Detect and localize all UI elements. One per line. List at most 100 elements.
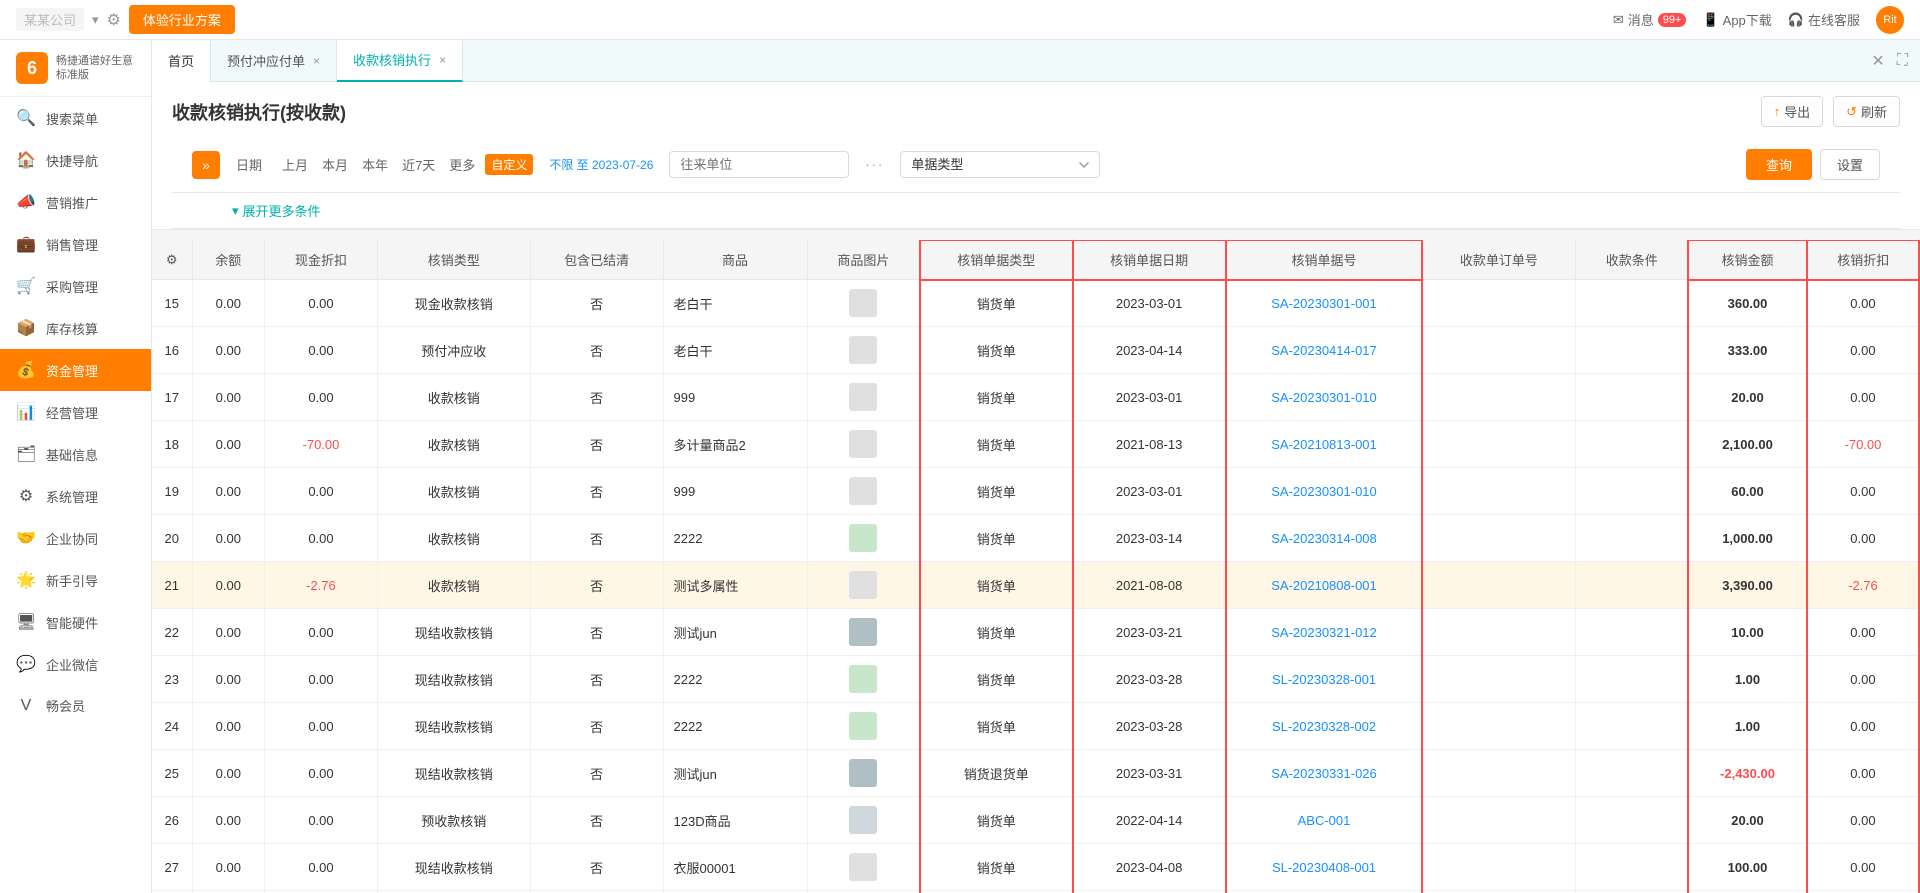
tab-prepay-close[interactable]: × [313, 54, 320, 68]
handshake-icon: 🤝 [16, 528, 36, 548]
td-balance: 0.00 [192, 797, 265, 844]
td-writeoff-bill-no[interactable]: ABC-001 [1226, 797, 1423, 844]
td-writeoff-bill-no[interactable]: SA-20230314-008 [1226, 515, 1423, 562]
td-writeoff-amount: -2,430.00 [1688, 750, 1807, 797]
sidebar-item-guide[interactable]: 🌟 新手引导 [0, 559, 151, 601]
from-unit-input[interactable] [669, 151, 849, 178]
td-writeoff-bill-no[interactable]: SA-20230301-001 [1226, 280, 1423, 327]
sidebar-item-system[interactable]: ⚙ 系统管理 [0, 475, 151, 517]
td-writeoff-type: 现结收款核销 [377, 656, 530, 703]
td-receipt-order-no [1422, 750, 1575, 797]
shortcut-this-month[interactable]: 本月 [318, 153, 352, 176]
settings-btn[interactable]: 设置 [1820, 149, 1880, 180]
online-support-btn[interactable]: 🎧 在线客服 [1788, 10, 1860, 29]
td-receipt-order-no [1422, 374, 1575, 421]
logo-icon: 6 [16, 52, 48, 84]
th-writeoff-bill-no: 核销单据号 [1226, 240, 1423, 280]
sidebar-item-purchase[interactable]: 🛒 采购管理 [0, 265, 151, 307]
td-receipt-condition [1575, 797, 1688, 844]
sidebar-item-search[interactable]: 🔍 搜索菜单 [0, 97, 151, 139]
td-writeoff-discount: 0.00 [1807, 280, 1919, 327]
td-cash-discount: 0.00 [265, 327, 378, 374]
td-no: 24 [152, 703, 192, 750]
td-writeoff-amount: 60.00 [1688, 468, 1807, 515]
tab-prepay-label: 预付冲应付单 [227, 51, 305, 70]
receipt-type-select[interactable]: 单据类型 [900, 151, 1100, 178]
shortcut-this-year[interactable]: 本年 [358, 153, 392, 176]
expand-more-btn[interactable]: ▾ 展开更多条件 [232, 201, 1880, 220]
td-receipt-order-no [1422, 468, 1575, 515]
td-writeoff-amount: 333.00 [1688, 327, 1807, 374]
export-icon: ↑ [1774, 104, 1781, 119]
sidebar-item-corp[interactable]: 🤝 企业协同 [0, 517, 151, 559]
expand-more-icon: ▾ [232, 203, 239, 219]
td-include-cleared: 否 [530, 609, 663, 656]
query-btn[interactable]: 查询 [1746, 149, 1812, 180]
sidebar-item-inventory[interactable]: 📦 库存核算 [0, 307, 151, 349]
td-writeoff-bill-no[interactable]: SA-20230301-010 [1226, 374, 1423, 421]
td-writeoff-bill-type: 销货单 [920, 280, 1073, 327]
td-writeoff-bill-no[interactable]: SL-20230328-001 [1226, 656, 1423, 703]
td-receipt-order-no [1422, 609, 1575, 656]
shortcut-7days[interactable]: 近7天 [398, 153, 439, 176]
td-goods-img [807, 374, 920, 421]
td-receipt-condition [1575, 703, 1688, 750]
td-cash-discount: 0.00 [265, 703, 378, 750]
shortcut-custom[interactable]: 自定义 [485, 154, 533, 175]
td-writeoff-bill-no[interactable]: SL-20230408-001 [1226, 844, 1423, 891]
td-writeoff-bill-no[interactable]: SA-20210813-001 [1226, 421, 1423, 468]
td-writeoff-discount: -70.00 [1807, 421, 1919, 468]
td-writeoff-discount: 0.00 [1807, 844, 1919, 891]
sidebar-item-label: 系统管理 [46, 487, 98, 506]
logo-text: 畅捷通谱好生意 标准版 [56, 54, 133, 83]
td-writeoff-bill-no[interactable]: SA-20230331-026 [1226, 750, 1423, 797]
td-writeoff-type: 现结收款核销 [377, 703, 530, 750]
td-writeoff-bill-no[interactable]: SA-20230321-012 [1226, 609, 1423, 656]
td-receipt-order-no [1422, 797, 1575, 844]
filter-toggle-btn[interactable]: » [192, 151, 220, 179]
trial-btn[interactable]: 体验行业方案 [129, 5, 235, 34]
filter-dots: ··· [865, 157, 884, 172]
app-download-btn[interactable]: 📱 App下载 [1702, 10, 1771, 29]
th-writeoff-bill-date: 核销单据日期 [1073, 240, 1226, 280]
td-writeoff-bill-type: 销货单 [920, 562, 1073, 609]
td-writeoff-bill-date: 2023-03-01 [1073, 374, 1226, 421]
td-writeoff-bill-no[interactable]: SA-20210808-001 [1226, 562, 1423, 609]
tab-receipt-close[interactable]: × [439, 53, 446, 67]
user-avatar[interactable]: Rit [1876, 6, 1904, 34]
tab-fullscreen-icon[interactable]: ⛶ [1893, 48, 1912, 74]
tab-close-all-icon[interactable]: ✕ [1867, 47, 1888, 75]
th-settings[interactable]: ⚙ [152, 240, 192, 280]
shortcut-last-month[interactable]: 上月 [278, 153, 312, 176]
page-title: 收款核销执行(按收款) [172, 99, 346, 125]
sidebar-item-marketing[interactable]: 📣 营销推广 [0, 181, 151, 223]
tab-prepay[interactable]: 预付冲应付单 × [211, 40, 337, 82]
message-btn[interactable]: ✉ 消息 99+ [1613, 10, 1687, 29]
td-writeoff-bill-no[interactable]: SA-20230414-017 [1226, 327, 1423, 374]
settings-icon[interactable]: ⚙ [107, 10, 121, 30]
sidebar-item-hardware[interactable]: 🖥 智能硬件 [0, 601, 151, 643]
td-goods-img [807, 515, 920, 562]
shortcut-more[interactable]: 更多 [445, 153, 479, 176]
td-cash-discount: -70.00 [265, 421, 378, 468]
td-balance: 0.00 [192, 750, 265, 797]
sidebar-item-label: 快捷导航 [46, 151, 98, 170]
td-include-cleared: 否 [530, 421, 663, 468]
sidebar-item-sales[interactable]: 💼 销售管理 [0, 223, 151, 265]
sidebar-item-vip[interactable]: V 畅会员 [0, 685, 151, 726]
export-btn[interactable]: ↑ 导出 [1761, 96, 1824, 127]
refresh-btn[interactable]: ↺ 刷新 [1833, 96, 1900, 127]
tab-receipt[interactable]: 收款核销执行 × [337, 40, 463, 82]
sidebar-item-business[interactable]: 📊 经营管理 [0, 391, 151, 433]
sidebar-item-finance[interactable]: 💰 资金管理 [0, 349, 151, 391]
td-no: 20 [152, 515, 192, 562]
sidebar-item-quick[interactable]: 🏠 快捷导航 [0, 139, 151, 181]
td-writeoff-discount: 0.00 [1807, 468, 1919, 515]
td-balance: 0.00 [192, 562, 265, 609]
td-writeoff-bill-no[interactable]: SA-20230301-010 [1226, 468, 1423, 515]
tab-home[interactable]: 首页 [152, 40, 211, 82]
company-dropdown-icon[interactable]: ▾ [92, 12, 99, 28]
sidebar-item-wechat[interactable]: 💬 企业微信 [0, 643, 151, 685]
td-writeoff-bill-no[interactable]: SL-20230328-002 [1226, 703, 1423, 750]
sidebar-item-basic[interactable]: 🗂 基础信息 [0, 433, 151, 475]
